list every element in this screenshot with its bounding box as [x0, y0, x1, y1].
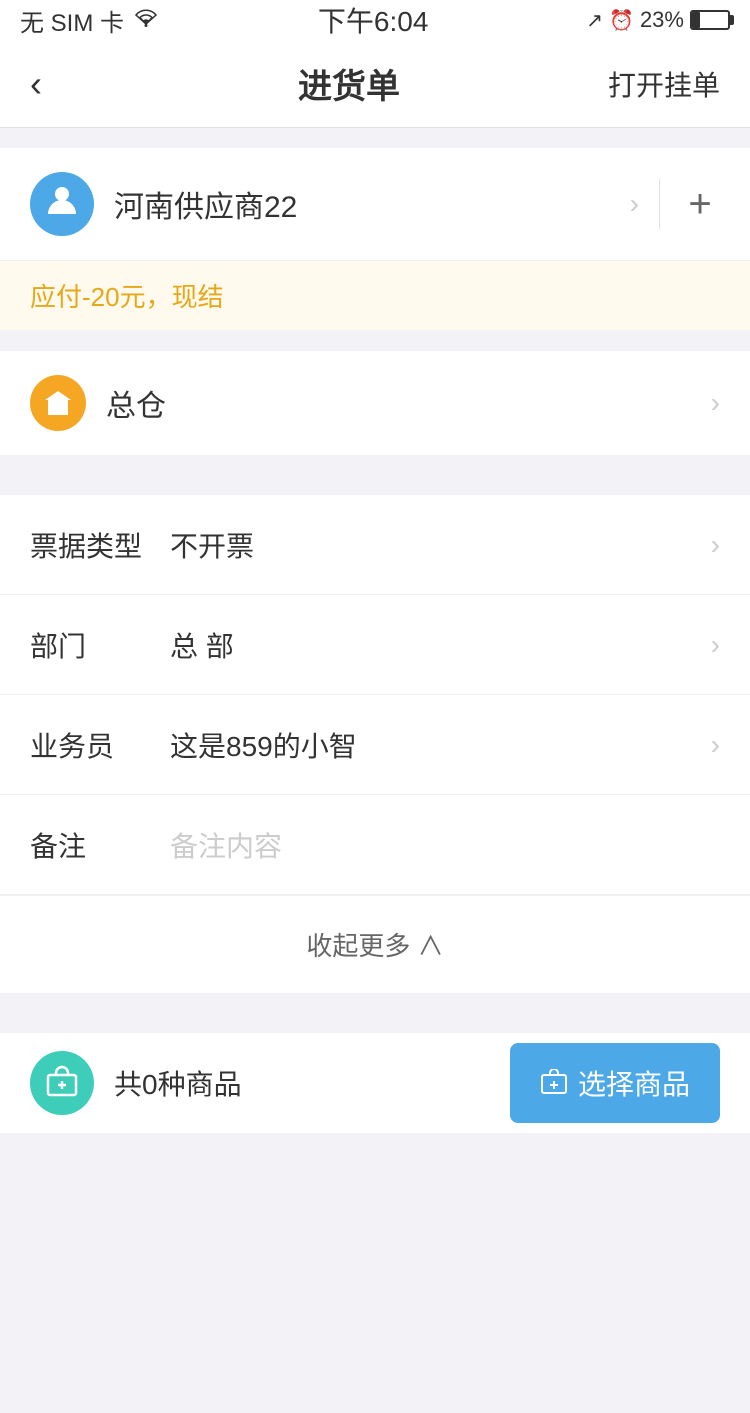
- department-chevron-icon: ›: [711, 629, 720, 661]
- warehouse-icon: [30, 375, 86, 431]
- add-supplier-button[interactable]: +: [680, 182, 720, 227]
- salesperson-row[interactable]: 业务员 这是859的小智 ›: [0, 695, 750, 795]
- status-bar: 无 SIM 卡 下午6:04 ↗ ⏰ 23%: [0, 0, 750, 40]
- warehouse-section: 总仓 ›: [0, 350, 750, 455]
- select-product-button[interactable]: 选择商品: [510, 1043, 720, 1123]
- avatar: [30, 172, 94, 236]
- form-section: 票据类型 不开票 › 部门 总 部 › 业务员 这是859的小智 › 备注 备注…: [0, 495, 750, 993]
- supplier-chevron-icon: ›: [630, 188, 639, 220]
- invoice-row[interactable]: 票据类型 不开票 ›: [0, 495, 750, 595]
- collapse-button[interactable]: 收起更多 ∧: [0, 895, 750, 993]
- invoice-chevron-icon: ›: [711, 529, 720, 561]
- section-gap-3: [0, 455, 750, 475]
- salesperson-chevron-icon: ›: [711, 729, 720, 761]
- remark-label: 备注: [30, 825, 150, 865]
- battery-icon: [690, 10, 730, 30]
- page-title: 进货单: [298, 59, 400, 108]
- supplier-name: 河南供应商22: [114, 182, 630, 226]
- wifi-icon: [132, 6, 160, 35]
- alarm-icon: ⏰: [609, 8, 634, 33]
- invoice-value: 不开票: [150, 525, 711, 565]
- section-gap-1: [0, 128, 750, 148]
- department-label: 部门: [30, 625, 150, 665]
- open-pending-button[interactable]: 打开挂单: [608, 64, 720, 104]
- avatar-person-icon: [44, 182, 80, 226]
- location-icon: ↗: [586, 8, 603, 33]
- vertical-divider: [659, 179, 660, 229]
- warehouse-row[interactable]: 总仓 ›: [0, 350, 750, 455]
- warehouse-name: 总仓: [106, 381, 711, 425]
- supplier-row[interactable]: 河南供应商22 › +: [0, 148, 750, 261]
- invoice-label: 票据类型: [30, 525, 150, 565]
- select-product-label: 选择商品: [578, 1063, 690, 1103]
- collapse-label: 收起更多 ∧: [306, 931, 443, 961]
- notice-bar: 应付-20元，现结: [0, 261, 750, 330]
- salesperson-label: 业务员: [30, 725, 150, 765]
- back-button[interactable]: ‹: [30, 63, 90, 105]
- section-gap-4: [0, 993, 750, 1013]
- supplier-section: 河南供应商22 › + 应付-20元，现结: [0, 148, 750, 330]
- notice-text: 应付-20元，现结: [30, 282, 224, 312]
- page-background: [0, 1133, 750, 1413]
- product-section: 共0种商品 选择商品: [0, 1033, 750, 1133]
- remark-row[interactable]: 备注 备注内容: [0, 795, 750, 895]
- product-icon: [30, 1051, 94, 1115]
- status-right: ↗ ⏰ 23%: [586, 7, 730, 33]
- section-gap-2: [0, 330, 750, 350]
- battery-percent: 23%: [640, 7, 684, 33]
- department-row[interactable]: 部门 总 部 ›: [0, 595, 750, 695]
- status-carrier: 无 SIM 卡: [20, 3, 160, 38]
- status-time: 下午6:04: [318, 0, 429, 40]
- product-count: 共0种商品: [114, 1063, 510, 1103]
- nav-bar: ‹ 进货单 打开挂单: [0, 40, 750, 128]
- salesperson-value: 这是859的小智: [150, 725, 711, 765]
- department-value: 总 部: [150, 625, 711, 665]
- carrier-text: 无 SIM 卡: [20, 3, 124, 38]
- warehouse-chevron-icon: ›: [711, 387, 720, 419]
- remark-input[interactable]: 备注内容: [150, 825, 720, 865]
